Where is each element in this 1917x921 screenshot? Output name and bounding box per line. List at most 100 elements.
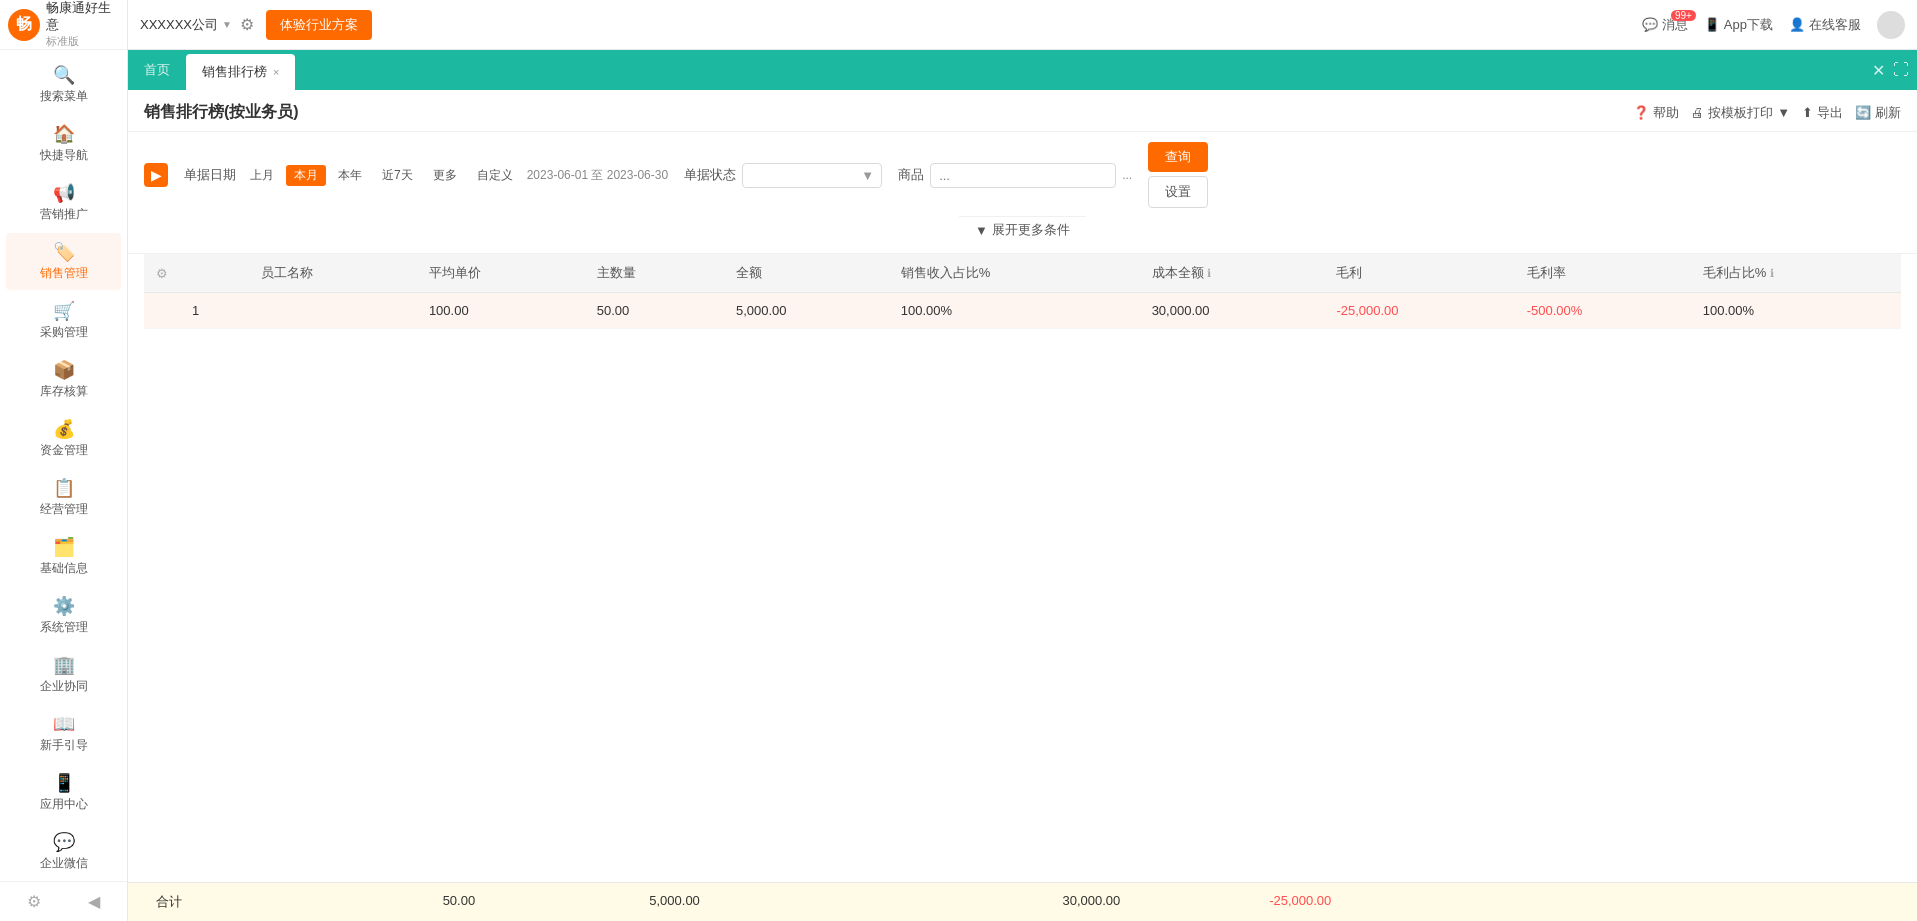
sidebar-item-marketing[interactable]: 📢 营销推广	[6, 174, 121, 231]
sidebar-item-operation[interactable]: 📋 经营管理	[6, 469, 121, 526]
row-gross-rate-0: -500.00%	[1515, 293, 1691, 329]
goods-more-link[interactable]: ...	[1122, 168, 1132, 182]
sidebar-icon-marketing: 📢	[53, 182, 75, 204]
sidebar-item-collab[interactable]: 🏢 企业协同	[6, 646, 121, 703]
footer-label: 合计	[156, 893, 236, 911]
filter-toggle-btn[interactable]: ▶	[144, 163, 168, 187]
sidebar-label-inventory: 库存核算	[40, 383, 88, 400]
export-label: 导出	[1817, 104, 1843, 122]
cost-info-icon: ℹ	[1207, 267, 1211, 279]
tab-home[interactable]: 首页	[128, 50, 186, 90]
col-sales-pct: 销售收入占比%	[889, 254, 1140, 293]
data-table: ⚙ 员工名称 平均单价 主数量 全额 销售收入占比% 成本全额 ℹ 毛利 毛利率…	[144, 254, 1901, 329]
sidebar-label-sales: 销售管理	[40, 265, 88, 282]
tab-sales-ranking-label: 销售排行榜	[202, 63, 267, 81]
sidebar-label-finance: 资金管理	[40, 442, 88, 459]
export-link[interactable]: ⬆ 导出	[1802, 104, 1843, 122]
date-tab-prev-month[interactable]: 上月	[242, 165, 282, 186]
header-right: 💬 消息 99+ 📱 App下载 👤 在线客服	[1642, 11, 1905, 39]
sidebar-item-finance[interactable]: 💰 资金管理	[6, 410, 121, 467]
header-gear-icon[interactable]: ⚙	[240, 15, 254, 34]
message-badge: 99+	[1671, 10, 1696, 21]
tab-expand-icon[interactable]: ⛶	[1893, 61, 1909, 79]
sidebar-label-system: 系统管理	[40, 619, 88, 636]
company-dropdown-icon: ▼	[222, 19, 232, 30]
row-amount-0: 5,000.00	[724, 293, 889, 329]
collapse-sidebar-icon[interactable]: ◀	[88, 892, 100, 911]
sidebar-item-system[interactable]: ⚙️ 系统管理	[6, 587, 121, 644]
tab-close-all-icon[interactable]: ✕	[1872, 61, 1885, 80]
sidebar-icon-search: 🔍	[53, 64, 75, 86]
online-service-button[interactable]: 👤 在线客服	[1789, 16, 1861, 34]
refresh-icon: 🔄	[1855, 105, 1871, 120]
footer-gross: -25,000.00	[1269, 893, 1476, 911]
status-select[interactable]	[742, 163, 882, 188]
sidebar-label-apps: 应用中心	[40, 796, 88, 813]
company-name: XXXXXX公司	[140, 16, 218, 34]
help-link[interactable]: ❓ 帮助	[1633, 104, 1679, 122]
page-content: 销售排行榜(按业务员) ❓ 帮助 🖨 按模板打印 ▼ ⬆ 导出 🔄 刷新	[128, 90, 1917, 921]
tab-sales-ranking[interactable]: 销售排行榜 ×	[186, 54, 295, 90]
sidebar-item-sales[interactable]: 🏷️ 销售管理	[6, 233, 121, 290]
query-button[interactable]: 查询	[1148, 142, 1208, 172]
sidebar-item-wechat[interactable]: 💬 企业微信	[6, 823, 121, 880]
goods-input[interactable]	[930, 163, 1116, 188]
sidebar-item-inventory[interactable]: 📦 库存核算	[6, 351, 121, 408]
col-avg-price: 平均单价	[417, 254, 585, 293]
date-tab-more[interactable]: 更多	[425, 165, 465, 186]
footer-cost: 30,000.00	[1063, 893, 1270, 911]
sidebar-item-newbie[interactable]: 📖 新手引导	[6, 705, 121, 762]
date-tab-custom[interactable]: 自定义	[469, 165, 521, 186]
trial-button[interactable]: 体验行业方案	[266, 10, 372, 40]
sidebar: 畅 畅康通好生意 标准版 🔍 搜索菜单 🏠 快捷导航 📢 营销推广 🏷️ 销售管…	[0, 0, 128, 921]
sidebar-item-purchase[interactable]: 🛒 采购管理	[6, 292, 121, 349]
sidebar-item-basic[interactable]: 🗂️ 基础信息	[6, 528, 121, 585]
sidebar-icon-system: ⚙️	[53, 595, 75, 617]
avatar[interactable]	[1877, 11, 1905, 39]
date-tab-current-month[interactable]: 本月	[286, 165, 326, 186]
sidebar-label-wechat: 企业微信	[40, 855, 88, 872]
help-label: 帮助	[1653, 104, 1679, 122]
main-area: XXXXXX公司 ▼ ⚙ 体验行业方案 💬 消息 99+ 📱 App下载 👤 在…	[128, 0, 1917, 921]
settings-footer-icon[interactable]: ⚙	[27, 892, 41, 911]
table-container: ⚙ 员工名称 平均单价 主数量 全额 销售收入占比% 成本全额 ℹ 毛利 毛利率…	[128, 254, 1917, 882]
sidebar-item-quick[interactable]: 🏠 快捷导航	[6, 115, 121, 172]
sidebar-item-apps[interactable]: 📱 应用中心	[6, 764, 121, 821]
tab-close-icon[interactable]: ×	[273, 66, 279, 78]
col-settings[interactable]: ⚙	[144, 254, 180, 293]
sidebar-label-basic: 基础信息	[40, 560, 88, 577]
sidebar-icon-apps: 📱	[53, 772, 75, 794]
col-gross-rate: 毛利率	[1515, 254, 1691, 293]
sidebar-icon-sales: 🏷️	[53, 241, 75, 263]
sidebar-label-operation: 经营管理	[40, 501, 88, 518]
date-tabs: 上月 本月 本年 近7天 更多 自定义	[242, 165, 521, 186]
print-icon: 🖨	[1691, 105, 1704, 120]
print-dropdown-icon: ▼	[1777, 105, 1790, 120]
export-icon: ⬆	[1802, 105, 1813, 120]
service-icon: 👤	[1789, 17, 1805, 32]
sidebar-item-search[interactable]: 🔍 搜索菜单	[6, 56, 121, 113]
print-label: 按模板打印	[1708, 104, 1773, 122]
print-link[interactable]: 🖨 按模板打印 ▼	[1691, 104, 1790, 122]
help-icon: ❓	[1633, 105, 1649, 120]
col-cost: 成本全额 ℹ	[1140, 254, 1325, 293]
logo-text: 畅康通好生意 标准版	[46, 0, 119, 48]
app-download-button[interactable]: 📱 App下载	[1704, 16, 1773, 34]
logo-name: 畅康通好生意	[46, 0, 119, 34]
expand-more-btn[interactable]: ▼ 展开更多条件	[959, 216, 1086, 243]
message-button[interactable]: 💬 消息 99+	[1642, 16, 1688, 34]
status-select-wrapper: ▼	[742, 163, 882, 188]
date-tab-7days[interactable]: 近7天	[374, 165, 421, 186]
date-tab-current-year[interactable]: 本年	[330, 165, 370, 186]
refresh-link[interactable]: 🔄 刷新	[1855, 104, 1901, 122]
table-row: 1 100.00 50.00 5,000.00 100.00% 30,000.0…	[144, 293, 1901, 329]
table-footer: 合计 50.00 5,000.00 30,000.00 -25,000.00	[128, 882, 1917, 921]
footer-gross-pct	[1682, 893, 1889, 911]
filter-btn-group: 查询 设置	[1148, 142, 1208, 208]
footer-gross-rate	[1476, 893, 1683, 911]
tab-home-label: 首页	[144, 61, 170, 79]
settings-button[interactable]: 设置	[1148, 176, 1208, 208]
col-gross: 毛利	[1324, 254, 1514, 293]
goods-filter-group: 商品 ...	[898, 163, 1132, 188]
company-selector[interactable]: XXXXXX公司 ▼	[140, 16, 232, 34]
